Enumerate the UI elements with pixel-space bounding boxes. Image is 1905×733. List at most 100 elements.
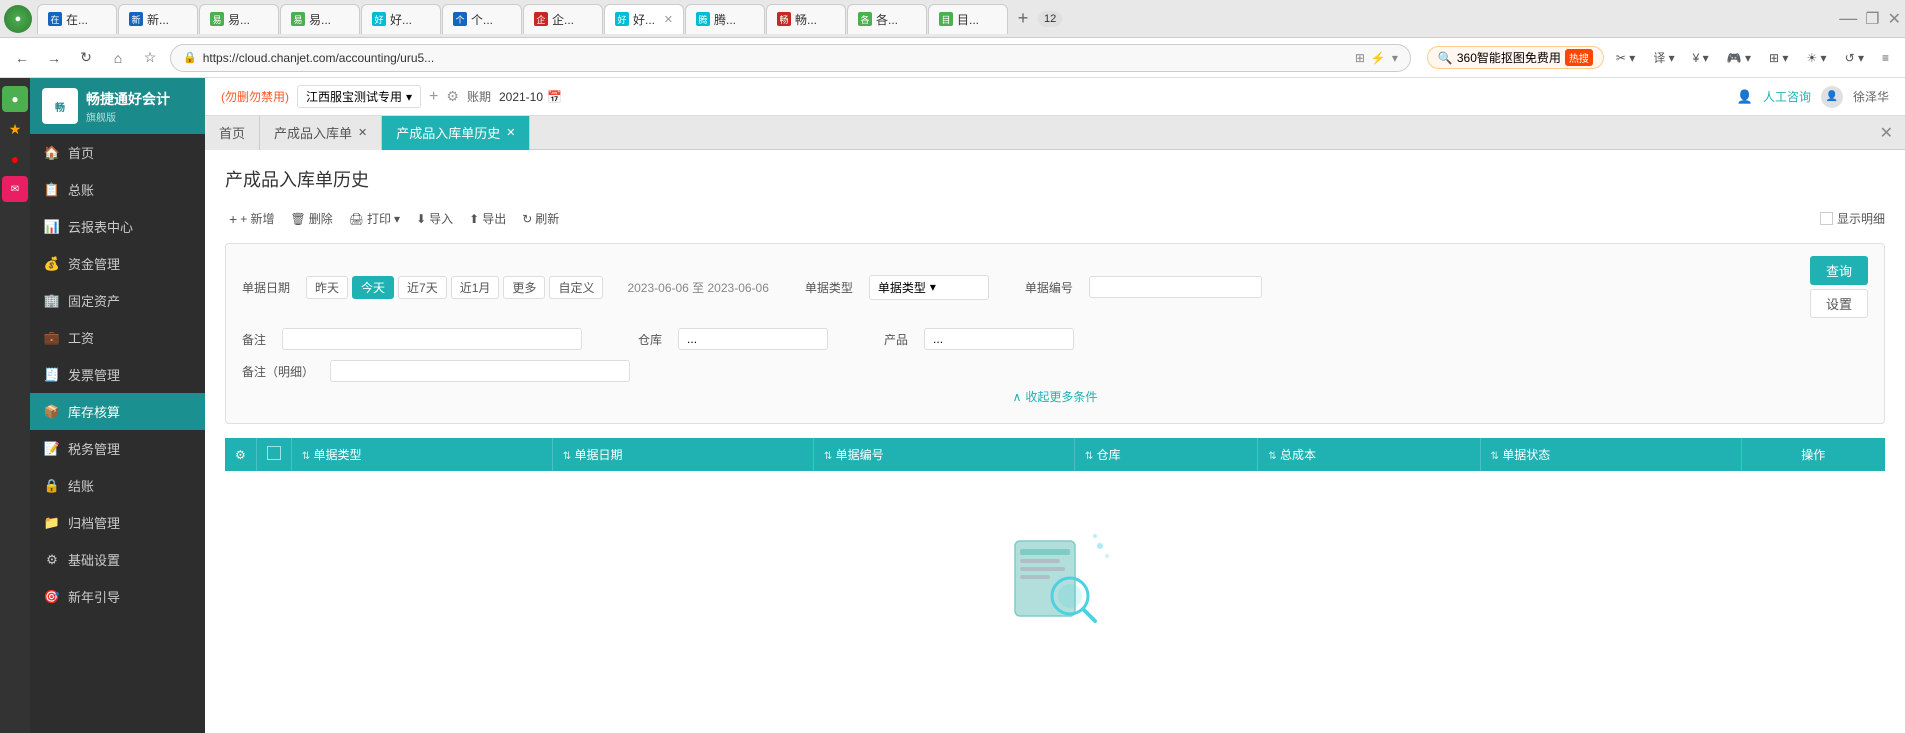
tab-5-label: 好... [390,11,412,28]
close-button[interactable]: ✕ [1888,9,1901,29]
browser-tab-10[interactable]: 畅 畅... [766,4,846,34]
sidebar-item-fixed-assets[interactable]: 🏢 固定资产 [30,282,205,319]
grid-tool[interactable]: ⊞ ▾ [1763,48,1794,68]
sidebar-item-payroll[interactable]: 💼 工资 [30,319,205,356]
type-selector[interactable]: 单据类型 ▾ [869,275,989,300]
browser-tab-9[interactable]: 腾 腾... [685,4,765,34]
remark-input[interactable] [282,328,582,350]
browser-tab-7[interactable]: 企 企... [523,4,603,34]
refresh-browser-button[interactable]: ↻ [74,46,98,70]
left-icon-2[interactable]: ★ [2,116,28,142]
detail-remark-label: 备注（明细） [242,363,314,380]
sidebar-item-inventory[interactable]: 📦 库存核算 [30,393,205,430]
rmb-tool[interactable]: ¥ ▾ [1687,48,1715,68]
page-tab-inventory-history-close-icon[interactable]: ✕ [506,126,515,139]
col-checkbox-header[interactable] [256,438,291,471]
col-cost-header[interactable]: ⇅ 总成本 [1258,438,1480,471]
left-icon-3[interactable]: ● [2,146,28,172]
import-button[interactable]: ⬇ 导入 [412,208,457,229]
sidebar-item-invoice[interactable]: 🧾 发票管理 [30,356,205,393]
display-checkbox[interactable] [1820,212,1833,225]
browser-tab-3[interactable]: 易 易... [199,4,279,34]
url-dropdown-icon[interactable]: ▾ [1392,51,1398,65]
display-toggle[interactable]: 显示明细 [1820,210,1885,227]
home-browser-button[interactable]: ⌂ [106,46,130,70]
browser-tab-11[interactable]: 各 各... [847,4,927,34]
detail-remark-input[interactable] [330,360,630,382]
print-button[interactable]: 🖨 打印 ▾ [345,208,404,229]
browser-tab-1[interactable]: 在 在... [37,4,117,34]
settings-gear-icon[interactable]: ⚙ [446,88,459,105]
sidebar-item-tax[interactable]: 📝 税务管理 [30,430,205,467]
sidebar-item-home[interactable]: 🏠 首页 [30,134,205,171]
date-btn-1month[interactable]: 近1月 [451,276,500,299]
period-selector[interactable]: 2021-10 📅 [499,90,562,104]
page-tab-home[interactable]: 首页 [205,116,260,150]
user-avatar: 👤 [1821,86,1843,108]
col-warehouse-header[interactable]: ⇅ 仓库 [1074,438,1257,471]
sidebar-item-funds[interactable]: 💰 资金管理 [30,245,205,282]
add-account-button[interactable]: + [429,88,438,106]
number-input[interactable] [1089,276,1262,298]
browser-tab-8-active[interactable]: 好 好... ✕ [604,4,684,34]
col-settings-header[interactable]: ⚙ [225,438,256,471]
empty-illustration [995,531,1115,631]
back-button[interactable]: ← [10,46,34,70]
new-tab-button[interactable]: + [1009,5,1037,33]
date-btn-today[interactable]: 今天 [352,276,394,299]
add-button[interactable]: + + 新增 [225,208,279,229]
sidebar-item-settings[interactable]: ⚙ 基础设置 [30,541,205,578]
refresh-toolbar-button[interactable]: ↻ 刷新 [518,208,563,229]
sidebar-item-settlement[interactable]: 🔒 结账 [30,467,205,504]
game-tool[interactable]: 🎮 ▾ [1721,48,1757,68]
table-settings-icon[interactable]: ⚙ [235,448,246,462]
browser-tab-12[interactable]: 目 目... [928,4,1008,34]
browser-tab-2[interactable]: 新 新... [118,4,198,34]
set-button[interactable]: 设置 [1810,289,1868,318]
col-number-header[interactable]: ⇅ 单据编号 [813,438,1074,471]
service-label[interactable]: 人工咨询 [1763,88,1811,105]
date-btn-7days[interactable]: 近7天 [398,276,447,299]
maximize-button[interactable]: ❐ [1865,9,1879,29]
browser-tab-6[interactable]: 个 个... [442,4,522,34]
forward-button[interactable]: → [42,46,66,70]
tab-8-close-icon[interactable]: ✕ [664,13,673,26]
product-selector[interactable]: ... [924,328,1074,350]
page-tab-inventory-list-close-icon[interactable]: ✕ [358,126,367,139]
col-type-header[interactable]: ⇅ 单据类型 [291,438,552,471]
sidebar-item-new-bill[interactable]: 🎯 新年引导 [30,578,205,615]
col-date-header[interactable]: ⇅ 单据日期 [552,438,813,471]
url-bar[interactable]: 🔒 https://cloud.chanjet.com/accounting/u… [170,44,1411,72]
export-button[interactable]: ⬆ 导出 [465,208,510,229]
panel-close-button[interactable]: ✕ [1868,123,1905,143]
sidebar-item-reports[interactable]: 📊 云报表中心 [30,208,205,245]
archive-icon: 📁 [44,515,60,531]
query-button[interactable]: 查询 [1810,256,1868,285]
select-all-checkbox[interactable] [267,446,281,460]
date-btn-yesterday[interactable]: 昨天 [306,276,348,299]
browser-tab-4[interactable]: 易 易... [280,4,360,34]
left-icon-1[interactable]: ● [2,86,28,112]
account-selector[interactable]: 江西服宝测试专用 ▾ [297,85,421,108]
more-tool[interactable]: ≡ [1876,48,1895,68]
minimize-button[interactable]: — [1839,8,1857,29]
sidebar-item-archive[interactable]: 📁 归档管理 [30,504,205,541]
col-status-header[interactable]: ⇅ 单据状态 [1480,438,1741,471]
scissors-tool[interactable]: ✂ ▾ [1610,48,1641,68]
sidebar-item-ledger[interactable]: 📋 总账 [30,171,205,208]
undo-tool[interactable]: ↺ ▾ [1839,48,1870,68]
date-btn-more[interactable]: 更多 [503,276,545,299]
sun-tool[interactable]: ☀ ▾ [1800,48,1832,68]
translate-tool[interactable]: 译 ▾ [1647,46,1680,69]
collapse-button[interactable]: ∧ 收起更多条件 [242,382,1868,411]
date-btn-custom[interactable]: 自定义 [549,276,603,299]
search-box[interactable]: 🔍 360智能抠图免费用 热搜 [1427,46,1604,69]
delete-button[interactable]: 🗑 删除 [287,208,337,229]
browser-tab-5[interactable]: 好 好... [361,4,441,34]
bookmark-button[interactable]: ☆ [138,46,162,70]
left-icon-4[interactable]: ✉ [2,176,28,202]
page-tab-inventory-list[interactable]: 产成品入库单 ✕ [260,116,382,150]
tab-2-icon: 新 [129,12,143,26]
page-tab-inventory-history[interactable]: 产成品入库单历史 ✕ [382,116,530,150]
warehouse-selector[interactable]: ... [678,328,828,350]
